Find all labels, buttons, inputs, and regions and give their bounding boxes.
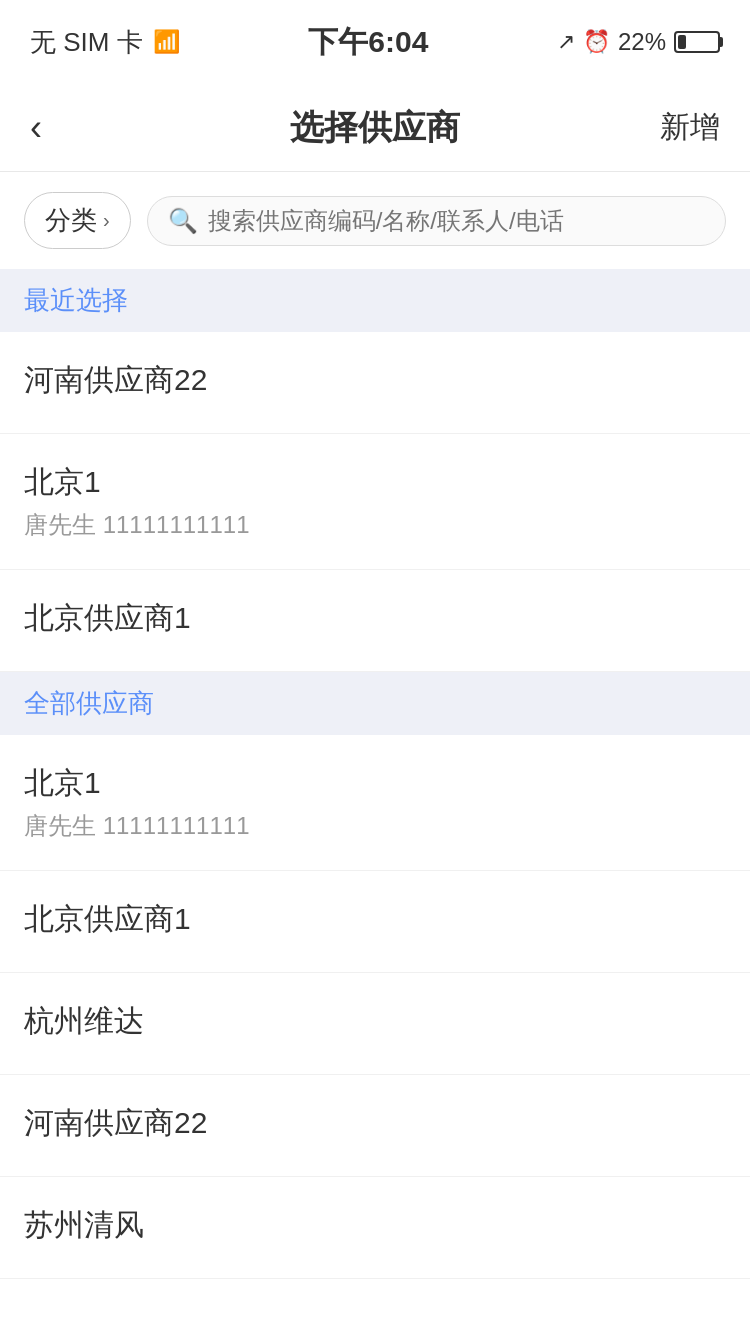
sim-label: 无 SIM 卡: [30, 25, 143, 60]
filter-bar: 分类 › 🔍: [0, 172, 750, 269]
search-input[interactable]: [208, 207, 705, 235]
item-name: 河南供应商22: [24, 1103, 726, 1144]
list-item[interactable]: 北京供应商1: [0, 570, 750, 672]
list-item[interactable]: 北京1 唐先生 11111111111: [0, 434, 750, 570]
item-sub: 唐先生 11111111111: [24, 509, 726, 541]
recent-list: 河南供应商22 北京1 唐先生 11111111111 北京供应商1: [0, 332, 750, 672]
list-item[interactable]: 北京1 唐先生 11111111111: [0, 735, 750, 871]
item-name: 北京供应商1: [24, 899, 726, 940]
back-button[interactable]: ‹: [30, 107, 90, 149]
status-time: 下午6:04: [308, 22, 428, 63]
all-list: 北京1 唐先生 11111111111 北京供应商1 杭州维达河南供应商22 苏州清风: [0, 735, 750, 1279]
chevron-right-icon: ›: [103, 209, 110, 232]
battery-icon: [674, 31, 720, 53]
battery-percent: 22%: [618, 28, 666, 56]
item-name: 北京1: [24, 763, 726, 804]
item-name: 杭州维达: [24, 1001, 726, 1042]
add-button[interactable]: 新增: [660, 107, 720, 148]
search-icon: 🔍: [168, 207, 198, 235]
all-section-header: 全部供应商: [0, 672, 750, 735]
location-icon: ↗: [557, 29, 575, 55]
list-item[interactable]: 河南供应商22: [0, 332, 750, 434]
item-sub: 唐先生 11111111111: [24, 810, 726, 842]
item-name: 北京1: [24, 462, 726, 503]
status-bar: 无 SIM 卡 📶 下午6:04 ↗ ⏰ 22%: [0, 0, 750, 84]
list-item[interactable]: 河南供应商22: [0, 1075, 750, 1177]
page-title: 选择供应商: [290, 105, 460, 151]
item-name: 北京供应商1: [24, 598, 726, 639]
wifi-icon: 📶: [153, 29, 180, 55]
list-item[interactable]: 苏州清风: [0, 1177, 750, 1279]
recent-section-label: 最近选择: [24, 285, 128, 315]
recent-section-header: 最近选择: [0, 269, 750, 332]
all-section-label: 全部供应商: [24, 688, 154, 718]
status-left: 无 SIM 卡 📶: [30, 25, 180, 60]
category-label: 分类: [45, 203, 97, 238]
list-item[interactable]: 北京供应商1: [0, 871, 750, 973]
item-name: 河南供应商22: [24, 360, 726, 401]
nav-bar: ‹ 选择供应商 新增: [0, 84, 750, 172]
item-name: 苏州清风: [24, 1205, 726, 1246]
category-filter-button[interactable]: 分类 ›: [24, 192, 131, 249]
list-item[interactable]: 杭州维达: [0, 973, 750, 1075]
search-box: 🔍: [147, 196, 726, 246]
alarm-icon: ⏰: [583, 29, 610, 55]
status-right: ↗ ⏰ 22%: [557, 28, 720, 56]
